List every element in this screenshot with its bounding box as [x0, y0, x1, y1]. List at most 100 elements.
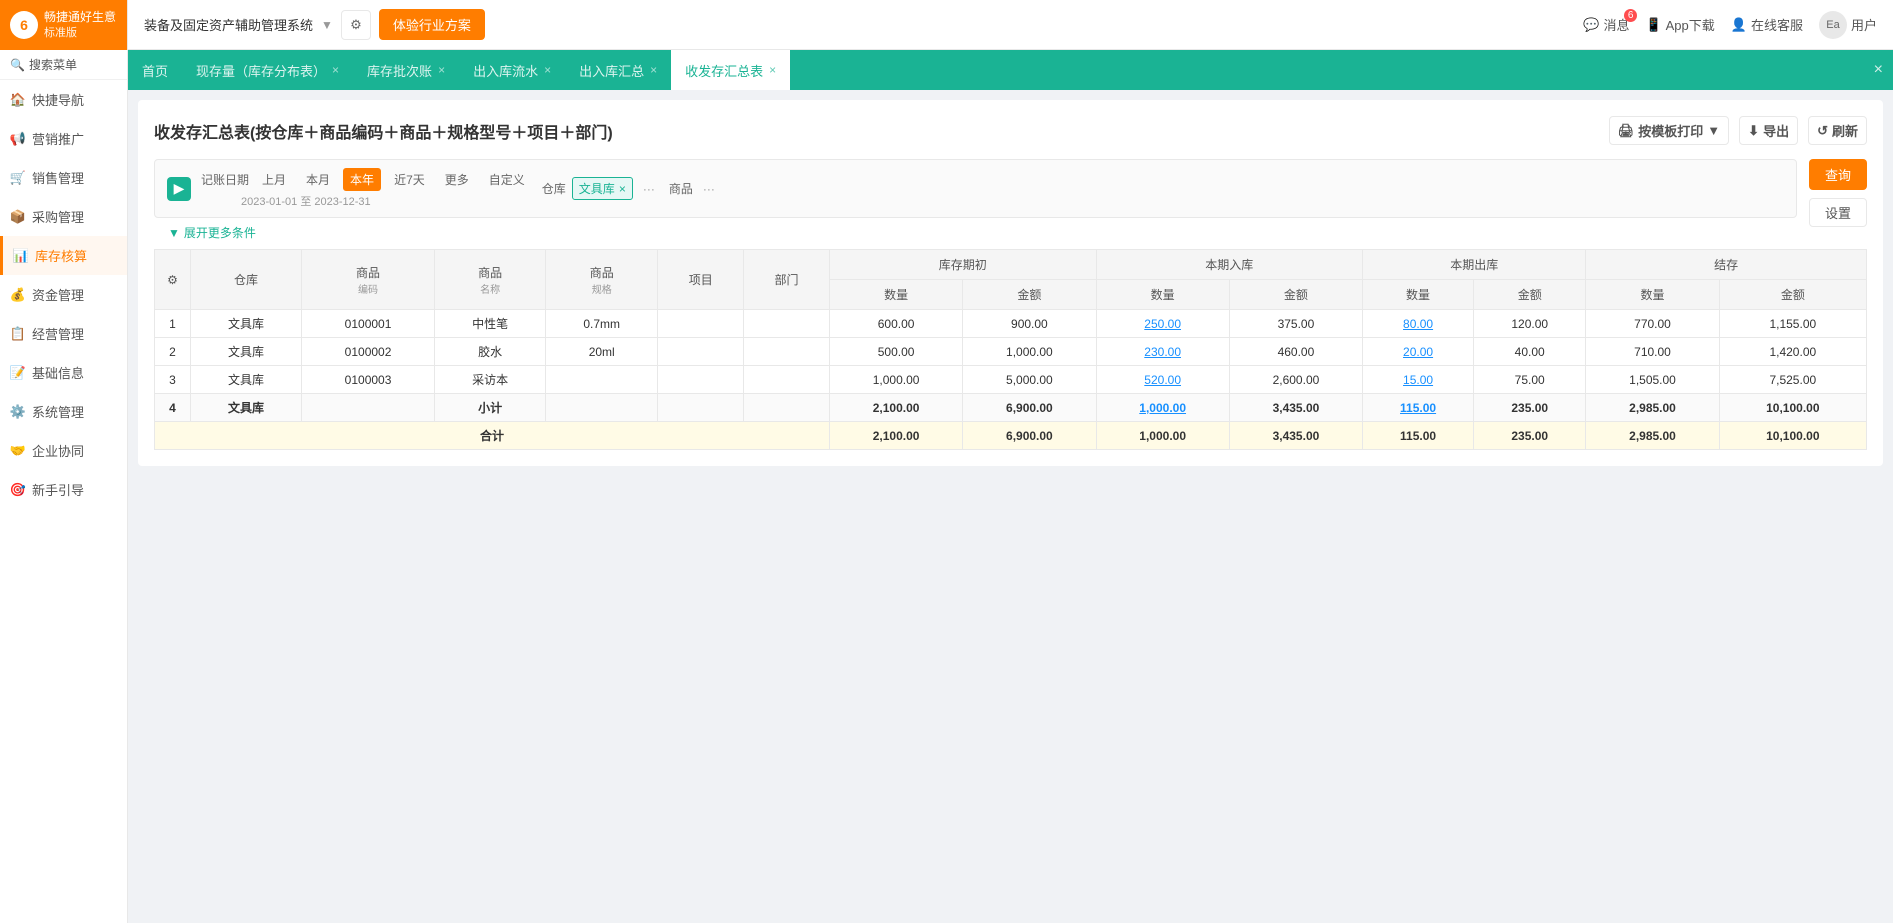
date-btn-custom[interactable]: 自定义: [482, 168, 532, 191]
trial-button[interactable]: 体验行业方案: [379, 9, 485, 40]
tab-flow[interactable]: 出入库流水 ×: [459, 50, 565, 90]
row-opening-qty: 2,100.00: [829, 394, 962, 422]
date-btn-more[interactable]: 更多: [438, 168, 476, 191]
logo-text: 畅捷通好生意 标准版: [44, 10, 116, 40]
row-goods-spec: [546, 366, 658, 394]
refresh-button[interactable]: ↺ 刷新: [1808, 116, 1867, 145]
tabbar: 首页 现存量（库存分布表） × 库存批次账 × 出入库流水 × 出入库汇总 × …: [128, 50, 1893, 90]
sidebar-item-system[interactable]: ⚙️ 系统管理: [0, 392, 127, 431]
row-warehouse: 文具库: [191, 310, 302, 338]
sidebar-item-purchase[interactable]: 📦 采购管理: [0, 197, 127, 236]
row-project: [658, 366, 744, 394]
th-warehouse: 仓库: [191, 250, 302, 310]
th-dept: 部门: [744, 250, 830, 310]
data-table: ⚙ 仓库 商品编码 商品名称 商品规格 项目 部门 库存期初 本期入库 本期出库…: [154, 249, 1867, 450]
expand-conditions[interactable]: ▼ 展开更多条件: [168, 224, 1797, 241]
row-balance-amt: 1,155.00: [1719, 310, 1866, 338]
query-button[interactable]: 查询: [1809, 159, 1867, 190]
tab-close-stock-distribution[interactable]: ×: [332, 63, 339, 77]
tab-stock-distribution[interactable]: 现存量（库存分布表） ×: [182, 50, 353, 90]
message-button[interactable]: 💬 消息 6: [1583, 15, 1629, 34]
page-title-row: 收发存汇总表(按仓库＋商品编码＋商品＋规格型号＋项目＋部门) 🖨 按模板打印 ▼…: [154, 116, 1867, 145]
row-goods-name: 中性笔: [435, 310, 546, 338]
row-goods-name: 采访本: [435, 366, 546, 394]
row-out-qty[interactable]: 20.00: [1363, 338, 1474, 366]
row-in-amt: 460.00: [1229, 338, 1362, 366]
inventory-icon: 📊: [13, 248, 29, 264]
footer-out-amt: 235.00: [1474, 422, 1586, 450]
operation-icon: 📋: [10, 326, 26, 342]
tab-home[interactable]: 首页: [128, 50, 182, 90]
date-btn-this-year[interactable]: 本年: [343, 168, 381, 191]
warehouse-tag-close[interactable]: ×: [619, 182, 626, 196]
close-all-button[interactable]: ×: [1874, 61, 1883, 79]
warehouse-more-btn[interactable]: ···: [639, 180, 659, 198]
page-actions: 🖨 按模板打印 ▼ ⬇ 导出 ↺ 刷新: [1609, 116, 1867, 145]
logo-icon: 6: [10, 11, 38, 39]
tab-close-flow[interactable]: ×: [544, 63, 551, 77]
warehouse-tag-text: 文具库: [579, 180, 615, 197]
export-icon: ⬇: [1748, 123, 1759, 139]
sidebar-item-finance[interactable]: 💰 资金管理: [0, 275, 127, 314]
date-btn-last-month[interactable]: 上月: [255, 168, 293, 191]
sidebar-logo: 6 畅捷通好生意 标准版: [0, 0, 127, 50]
row-in-qty[interactable]: 250.00: [1096, 310, 1229, 338]
user-menu[interactable]: Ea 用户: [1819, 11, 1877, 39]
message-icon: 💬: [1583, 17, 1599, 33]
tab-batch-account[interactable]: 库存批次账 ×: [353, 50, 459, 90]
system-icon: ⚙️: [10, 404, 26, 420]
row-in-amt: 375.00: [1229, 310, 1362, 338]
tabbar-end: ×: [790, 61, 1893, 79]
footer-label: 合计: [155, 422, 830, 450]
sidebar-item-inventory[interactable]: 📊 库存核算: [0, 236, 127, 275]
th-out-qty: 数量: [1363, 280, 1474, 310]
footer-opening-amt: 6,900.00: [963, 422, 1096, 450]
table-row: 3文具库0100003采访本1,000.005,000.00520.002,60…: [155, 366, 1867, 394]
row-goods-code: [301, 394, 434, 422]
goods-filter-group: 商品 ···: [669, 180, 719, 198]
goods-label: 商品: [669, 180, 693, 197]
row-out-qty[interactable]: 15.00: [1363, 366, 1474, 394]
row-dept: [744, 338, 830, 366]
sidebar-item-basic[interactable]: 📝 基础信息: [0, 353, 127, 392]
th-goods-code: 商品编码: [301, 250, 434, 310]
table-row: 2文具库0100002胶水20ml500.001,000.00230.00460…: [155, 338, 1867, 366]
basic-icon: 📝: [10, 365, 26, 381]
sidebar-item-sales[interactable]: 🛒 销售管理: [0, 158, 127, 197]
tab-close-receipt-summary[interactable]: ×: [769, 63, 776, 77]
settings-button[interactable]: ⚙: [341, 10, 371, 40]
app-download-button[interactable]: 📱 App下载: [1645, 15, 1714, 34]
th-in-amt: 金额: [1229, 280, 1362, 310]
sidebar-item-quick-nav[interactable]: 🏠 快捷导航: [0, 80, 127, 119]
sidebar-item-operation[interactable]: 📋 经营管理: [0, 314, 127, 353]
print-dropdown-icon: ▼: [1707, 123, 1720, 138]
row-in-qty[interactable]: 1,000.00: [1096, 394, 1229, 422]
goods-more-btn[interactable]: ···: [699, 180, 719, 198]
filter-toggle-button[interactable]: ▶: [167, 177, 191, 201]
row-dept: [744, 394, 830, 422]
query-section: 查询 设置: [1809, 159, 1867, 227]
row-out-qty[interactable]: 115.00: [1363, 394, 1474, 422]
topbar-left: 装备及固定资产辅助管理系统 ▼ ⚙ 体验行业方案: [144, 9, 485, 40]
export-button[interactable]: ⬇ 导出: [1739, 116, 1798, 145]
sidebar-item-guide[interactable]: 🎯 新手引导: [0, 470, 127, 509]
th-group-period-in: 本期入库: [1096, 250, 1363, 280]
sidebar-item-search[interactable]: 🔍 搜索菜单: [0, 50, 127, 80]
row-in-qty[interactable]: 230.00: [1096, 338, 1229, 366]
tab-close-summary[interactable]: ×: [650, 63, 657, 77]
system-title: 装备及固定资产辅助管理系统: [144, 15, 313, 34]
row-out-qty[interactable]: 80.00: [1363, 310, 1474, 338]
sidebar-item-enterprise[interactable]: 🤝 企业协同: [0, 431, 127, 470]
row-opening-amt: 5,000.00: [963, 366, 1096, 394]
tab-receipt-summary[interactable]: 收发存汇总表 ×: [671, 50, 790, 90]
date-btn-this-month[interactable]: 本月: [299, 168, 337, 191]
row-in-qty[interactable]: 520.00: [1096, 366, 1229, 394]
tab-summary[interactable]: 出入库汇总 ×: [565, 50, 671, 90]
date-btn-7days[interactable]: 近7天: [387, 168, 432, 191]
sidebar-item-marketing[interactable]: 📢 营销推广: [0, 119, 127, 158]
th-out-amt: 金额: [1474, 280, 1586, 310]
print-button[interactable]: 🖨 按模板打印 ▼: [1609, 116, 1729, 145]
online-service-button[interactable]: 👤 在线客服: [1731, 15, 1803, 34]
settings-small-button[interactable]: 设置: [1809, 198, 1867, 227]
tab-close-batch-account[interactable]: ×: [438, 63, 445, 77]
